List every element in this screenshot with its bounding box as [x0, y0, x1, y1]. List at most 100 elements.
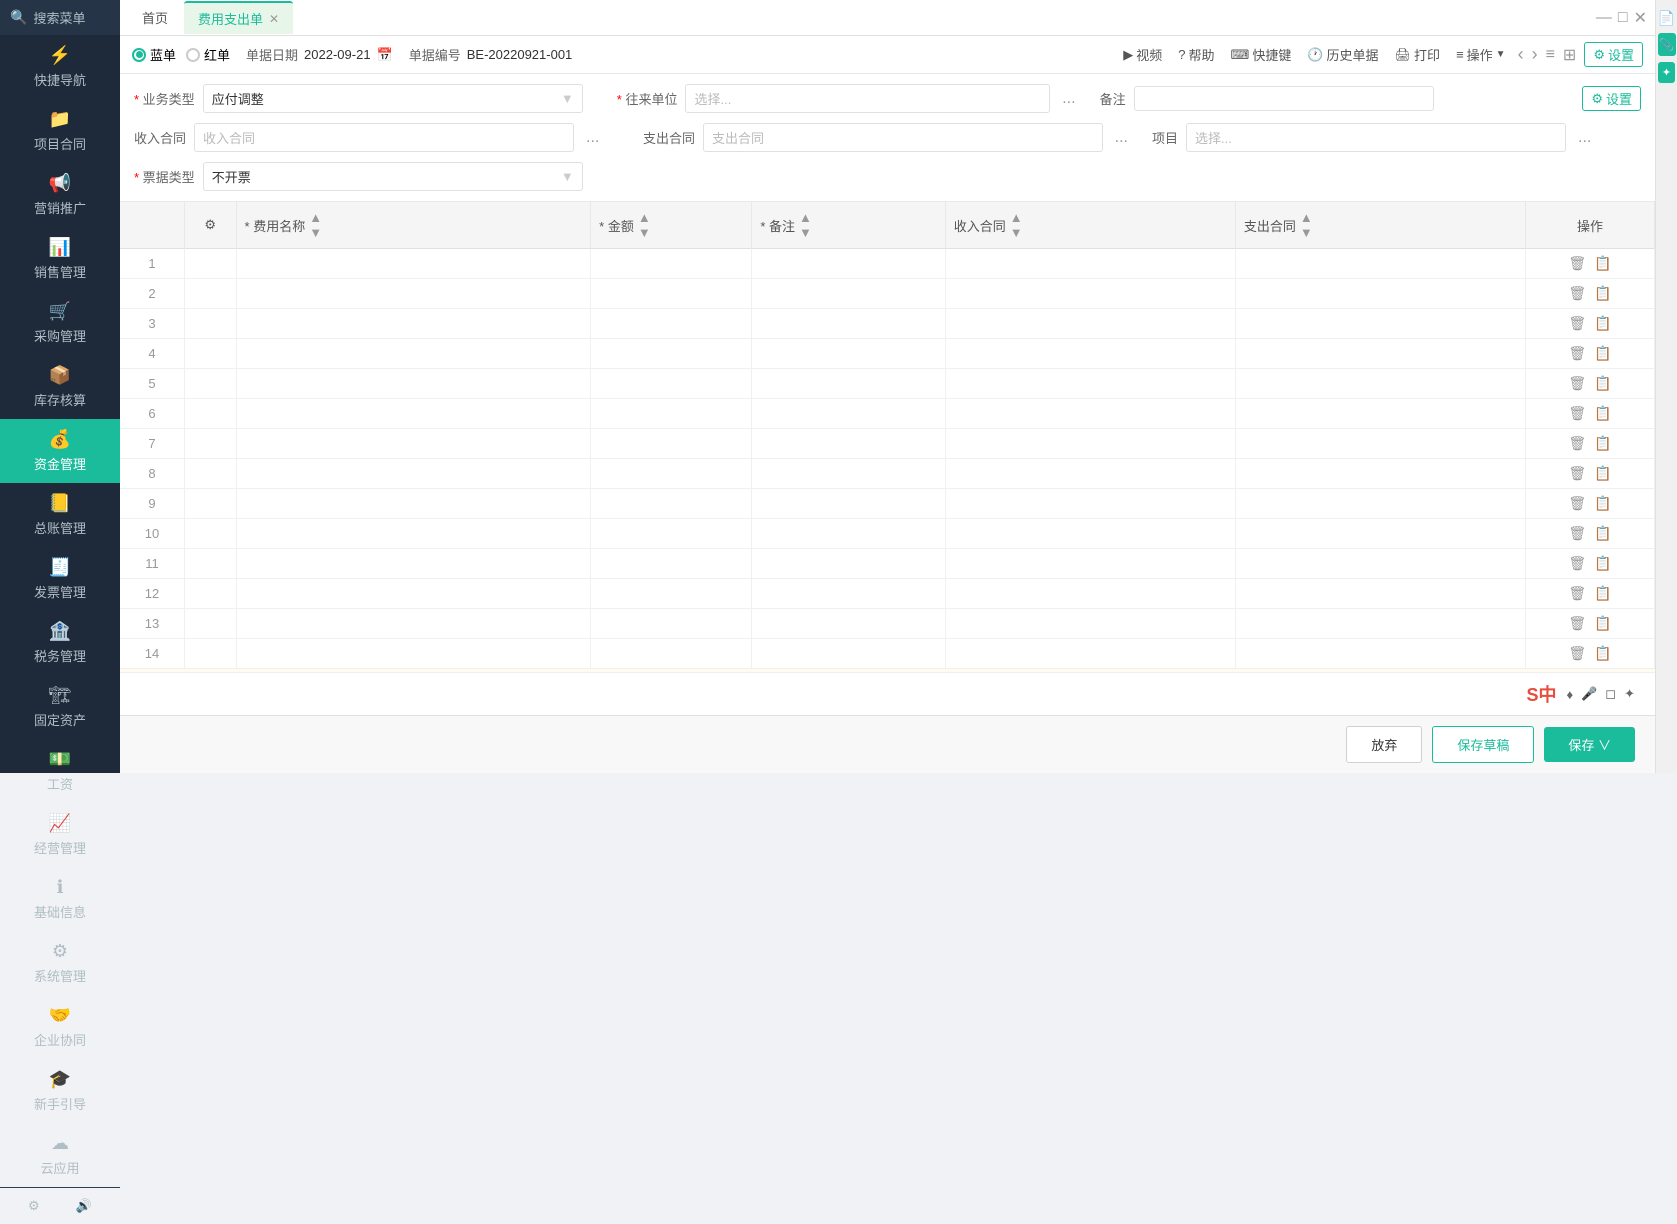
table-row[interactable]: 8 🗑 📋 [120, 459, 1655, 489]
save-draft-button[interactable]: 保存草稿 [1432, 726, 1534, 763]
right-panel-doc-icon[interactable]: 📄 [1658, 10, 1675, 27]
income-contract-cell[interactable] [945, 399, 1235, 429]
tab-expense[interactable]: 费用支出单 ✕ [184, 1, 293, 34]
th-note[interactable]: * 备注 ▲▼ [752, 202, 945, 249]
income-contract-cell[interactable] [945, 639, 1235, 669]
copy-icon[interactable]: 📋 [1594, 375, 1611, 392]
nav-prev-btn[interactable]: ‹ [1518, 44, 1524, 65]
sidebar-item-inventory[interactable]: 📦 库存核算 [0, 355, 120, 419]
note-cell[interactable] [752, 459, 945, 489]
amount-cell[interactable] [591, 309, 752, 339]
expense-name-cell[interactable] [236, 519, 591, 549]
expense-name-cell[interactable] [236, 309, 591, 339]
delete-icon[interactable]: 🗑 [1568, 615, 1586, 632]
income-contract-cell[interactable] [945, 279, 1235, 309]
expense-contract-cell[interactable] [1235, 579, 1525, 609]
discard-button[interactable]: 放弃 [1346, 726, 1422, 763]
amount-cell[interactable] [591, 579, 752, 609]
income-contract-cell[interactable] [945, 249, 1235, 279]
income-contract-cell[interactable] [945, 369, 1235, 399]
view-list-btn[interactable]: ≡ [1546, 46, 1555, 64]
delete-icon[interactable]: 🗑 [1568, 585, 1586, 602]
income-contract-cell[interactable] [945, 459, 1235, 489]
window-close[interactable]: ✕ [1634, 8, 1647, 28]
copy-icon[interactable]: 📋 [1594, 555, 1611, 572]
settings-btn[interactable]: ⚙ 设置 [1584, 42, 1643, 67]
window-minimize[interactable]: — [1596, 9, 1612, 27]
income-contract-cell[interactable] [945, 429, 1235, 459]
note-cell[interactable] [752, 489, 945, 519]
income-contract-cell[interactable] [945, 609, 1235, 639]
expense-name-cell[interactable] [236, 609, 591, 639]
expense-contract-cell[interactable] [1235, 369, 1525, 399]
income-contract-cell[interactable] [945, 519, 1235, 549]
sidebar-item-basic-info[interactable]: ℹ 基础信息 [0, 867, 120, 931]
th-expense-contract[interactable]: 支出合同 ▲▼ [1235, 202, 1525, 249]
expense-name-cell[interactable] [236, 579, 591, 609]
sidebar-item-cloud-app[interactable]: ☁ 云应用 [0, 1123, 120, 1187]
note-cell[interactable] [752, 639, 945, 669]
sidebar-item-ops[interactable]: 📈 经营管理 [0, 803, 120, 867]
view-grid-btn[interactable]: ⊞ [1563, 45, 1576, 65]
income-contract-cell[interactable] [945, 339, 1235, 369]
expense-name-cell[interactable] [236, 339, 591, 369]
amount-cell[interactable] [591, 339, 752, 369]
delete-icon[interactable]: 🗑 [1568, 435, 1586, 452]
note-cell[interactable] [752, 519, 945, 549]
copy-icon[interactable]: 📋 [1594, 615, 1611, 632]
right-panel-clip-icon[interactable]: 📎 [1658, 33, 1676, 56]
invoice-type-select[interactable]: 不开票 ▼ [203, 162, 583, 191]
project-select[interactable]: 选择... [1186, 123, 1566, 152]
note-cell[interactable] [752, 549, 945, 579]
expense-name-cell[interactable] [236, 249, 591, 279]
delete-icon[interactable]: 🗑 [1568, 285, 1586, 302]
expense-contract-cell[interactable] [1235, 549, 1525, 579]
print-btn[interactable]: 🖨 打印 [1391, 43, 1445, 66]
calendar-icon[interactable]: 📅 [377, 47, 393, 63]
expense-contract-cell[interactable] [1235, 459, 1525, 489]
radio-red[interactable]: 红单 [186, 45, 230, 64]
expense-contract-select[interactable]: 支出合同 [703, 123, 1103, 152]
video-btn[interactable]: ▶ 视频 [1119, 43, 1166, 66]
income-contract-more-btn[interactable]: ... [582, 129, 603, 147]
sidebar-item-project-contract[interactable]: 📁 项目合同 [0, 99, 120, 163]
note-cell[interactable] [752, 309, 945, 339]
th-amount[interactable]: * 金额 ▲▼ [591, 202, 752, 249]
table-gear-icon[interactable]: ⚙ [204, 217, 216, 232]
delete-icon[interactable]: 🗑 [1568, 375, 1586, 392]
date-value[interactable]: 2022-09-21 [304, 47, 371, 62]
radio-blue[interactable]: 蓝单 [132, 45, 176, 64]
delete-icon[interactable]: 🗑 [1568, 405, 1586, 422]
expense-name-cell[interactable] [236, 429, 591, 459]
delete-icon[interactable]: 🗑 [1568, 345, 1586, 362]
sidebar-item-new-guide[interactable]: 🎓 新手引导 [0, 1059, 120, 1123]
income-contract-cell[interactable] [945, 579, 1235, 609]
window-maximize[interactable]: □ [1618, 9, 1628, 27]
sidebar-item-procurement[interactable]: 🛒 采购管理 [0, 291, 120, 355]
copy-icon[interactable]: 📋 [1594, 645, 1611, 662]
copy-icon[interactable]: 📋 [1594, 495, 1611, 512]
copy-icon[interactable]: 📋 [1594, 585, 1611, 602]
table-row[interactable]: 13 🗑 📋 [120, 609, 1655, 639]
expense-contract-cell[interactable] [1235, 639, 1525, 669]
amount-cell[interactable] [591, 399, 752, 429]
copy-icon[interactable]: 📋 [1594, 465, 1611, 482]
table-row[interactable]: 1 🗑 📋 [120, 249, 1655, 279]
note-cell[interactable] [752, 249, 945, 279]
delete-icon[interactable]: 🗑 [1568, 465, 1586, 482]
delete-icon[interactable]: 🗑 [1568, 495, 1586, 512]
sidebar-settings-icon[interactable]: ⚙ [28, 1198, 40, 1214]
business-type-select[interactable]: 应付调整 ▼ [203, 84, 583, 113]
note-cell[interactable] [752, 609, 945, 639]
table-row[interactable]: 11 🗑 📋 [120, 549, 1655, 579]
delete-icon[interactable]: 🗑 [1568, 645, 1586, 662]
table-row[interactable]: 7 🗑 📋 [120, 429, 1655, 459]
history-btn[interactable]: 🕐 历史单据 [1303, 43, 1382, 66]
th-settings[interactable]: ⚙ [184, 202, 236, 249]
sidebar-item-invoice[interactable]: 🧾 发票管理 [0, 547, 120, 611]
right-panel-green-tab[interactable]: ✦ [1658, 62, 1675, 83]
sidebar-item-sales[interactable]: 📊 销售管理 [0, 227, 120, 291]
note-cell[interactable] [752, 579, 945, 609]
sidebar-item-enterprise[interactable]: 🤝 企业协同 [0, 995, 120, 1059]
copy-icon[interactable]: 📋 [1594, 345, 1611, 362]
